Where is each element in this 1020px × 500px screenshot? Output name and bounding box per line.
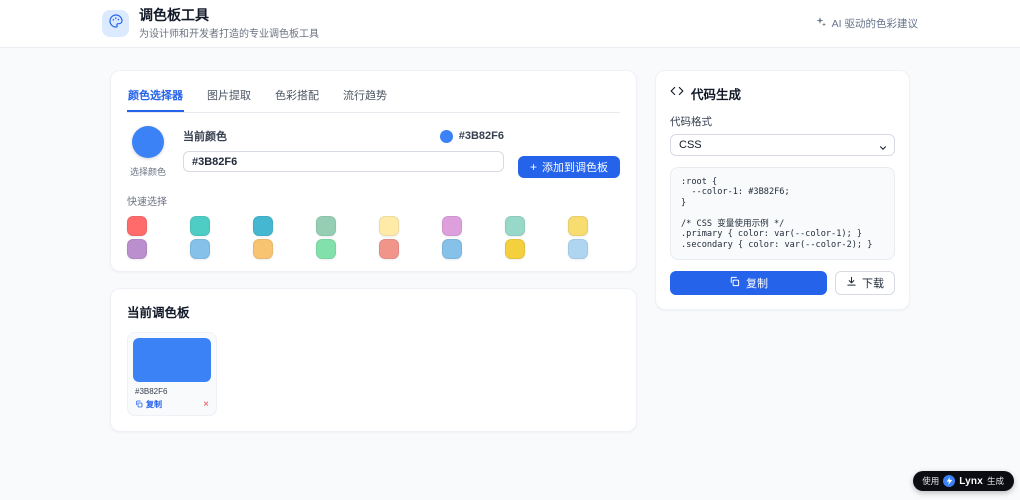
- copy-icon: [729, 276, 740, 290]
- codegen-title: 代码生成: [691, 88, 742, 102]
- palette-title: 当前调色板: [127, 306, 190, 320]
- pick-color-label: 选择颜色: [129, 167, 166, 177]
- generated-code-block: :root { --color-1: #3B82F6; } /* CSS 变量使…: [670, 167, 895, 261]
- palette-item-swatch[interactable]: [133, 338, 211, 382]
- quick-color-swatch[interactable]: [253, 239, 273, 259]
- quick-color-swatch[interactable]: [316, 216, 336, 236]
- quick-color-swatch[interactable]: [190, 239, 210, 259]
- app-brand: 调色板工具 为设计师和开发者打造的专业调色板工具: [102, 6, 319, 41]
- quick-color-swatch[interactable]: [379, 239, 399, 259]
- badge-suffix: 生成: [986, 476, 1004, 486]
- palette-remove-button[interactable]: ×: [203, 399, 209, 410]
- tab-color-match[interactable]: 色彩搭配: [274, 83, 320, 112]
- color-picker-swatch[interactable]: [132, 126, 164, 158]
- copy-button-label: 复制: [746, 278, 768, 291]
- add-button-label: 添加到调色板: [542, 162, 608, 174]
- palette-copy-label: 复制: [146, 400, 162, 409]
- palette-logo: [102, 9, 129, 37]
- picker-tabbar: 颜色选择器 图片提取 色彩搭配 流行趋势: [127, 83, 620, 113]
- quick-color-grid: [127, 216, 620, 259]
- quick-color-swatch[interactable]: [190, 216, 210, 236]
- tab-color-picker[interactable]: 颜色选择器: [127, 83, 184, 112]
- download-button-label: 下载: [862, 278, 884, 291]
- palette-item-hex: #3B82F6: [135, 387, 168, 396]
- badge-brand: Lynx: [959, 475, 983, 487]
- quick-color-swatch[interactable]: [505, 239, 525, 259]
- quick-color-swatch[interactable]: [568, 216, 588, 236]
- color-picker-card: 颜色选择器 图片提取 色彩搭配 流行趋势 选择颜色 当前颜色 #3B82F6 #…: [110, 70, 637, 272]
- quick-color-swatch[interactable]: [442, 239, 462, 259]
- current-color-dot: [439, 129, 453, 143]
- download-icon: [846, 276, 857, 290]
- tab-trending[interactable]: 流行趋势: [342, 83, 388, 112]
- made-with-lynx-badge[interactable]: 使用 Lynx 生成: [913, 471, 1014, 491]
- quick-color-swatch[interactable]: [253, 216, 273, 236]
- quick-color-swatch[interactable]: [127, 216, 147, 236]
- badge-prefix: 使用: [922, 476, 940, 486]
- page-title: 调色板工具: [139, 6, 209, 23]
- app-header: 调色板工具 为设计师和开发者打造的专业调色板工具 AI 驱动的色彩建议: [0, 0, 1020, 48]
- copy-icon: [135, 400, 143, 410]
- quick-color-swatch[interactable]: [505, 216, 525, 236]
- sparkles-icon: [815, 16, 827, 31]
- quick-color-swatch[interactable]: [316, 239, 336, 259]
- palette-item: #3B82F6 复制 ×: [127, 332, 217, 416]
- palette-icon: [108, 13, 124, 34]
- quick-color-swatch[interactable]: [379, 216, 399, 236]
- plus-icon: +: [529, 160, 537, 174]
- current-palette-card: 当前调色板 #3B82F6 复制 ×: [110, 288, 637, 432]
- download-code-button[interactable]: 下载: [835, 271, 895, 296]
- page-subtitle: 为设计师和开发者打造的专业调色板工具: [139, 29, 319, 41]
- quick-color-swatch[interactable]: [442, 216, 462, 236]
- quick-color-swatch[interactable]: [568, 239, 588, 259]
- code-format-label: 代码格式: [670, 116, 712, 128]
- code-format-select[interactable]: CSS: [670, 134, 895, 156]
- copy-code-button[interactable]: 复制: [670, 271, 827, 296]
- quick-color-swatch[interactable]: [127, 239, 147, 259]
- palette-copy-button[interactable]: 复制: [135, 399, 162, 410]
- quick-select-label: 快速选择: [127, 197, 167, 208]
- hex-input[interactable]: [183, 151, 504, 172]
- add-to-palette-button[interactable]: + 添加到调色板: [517, 156, 620, 178]
- ai-suggestion-hint: AI 驱动的色彩建议: [815, 16, 918, 31]
- lynx-logo-icon: [943, 475, 956, 487]
- code-generation-card: 代码生成 代码格式 CSS :root { --color-1: #3B82F6…: [655, 70, 910, 311]
- current-color-chip: #3B82F6: [439, 129, 504, 143]
- current-color-label: 当前颜色: [183, 131, 227, 143]
- ai-hint-label: AI 驱动的色彩建议: [831, 17, 918, 30]
- code-icon: [670, 84, 684, 103]
- tab-image-extract[interactable]: 图片提取: [206, 83, 252, 112]
- current-color-hex: #3B82F6: [458, 130, 504, 142]
